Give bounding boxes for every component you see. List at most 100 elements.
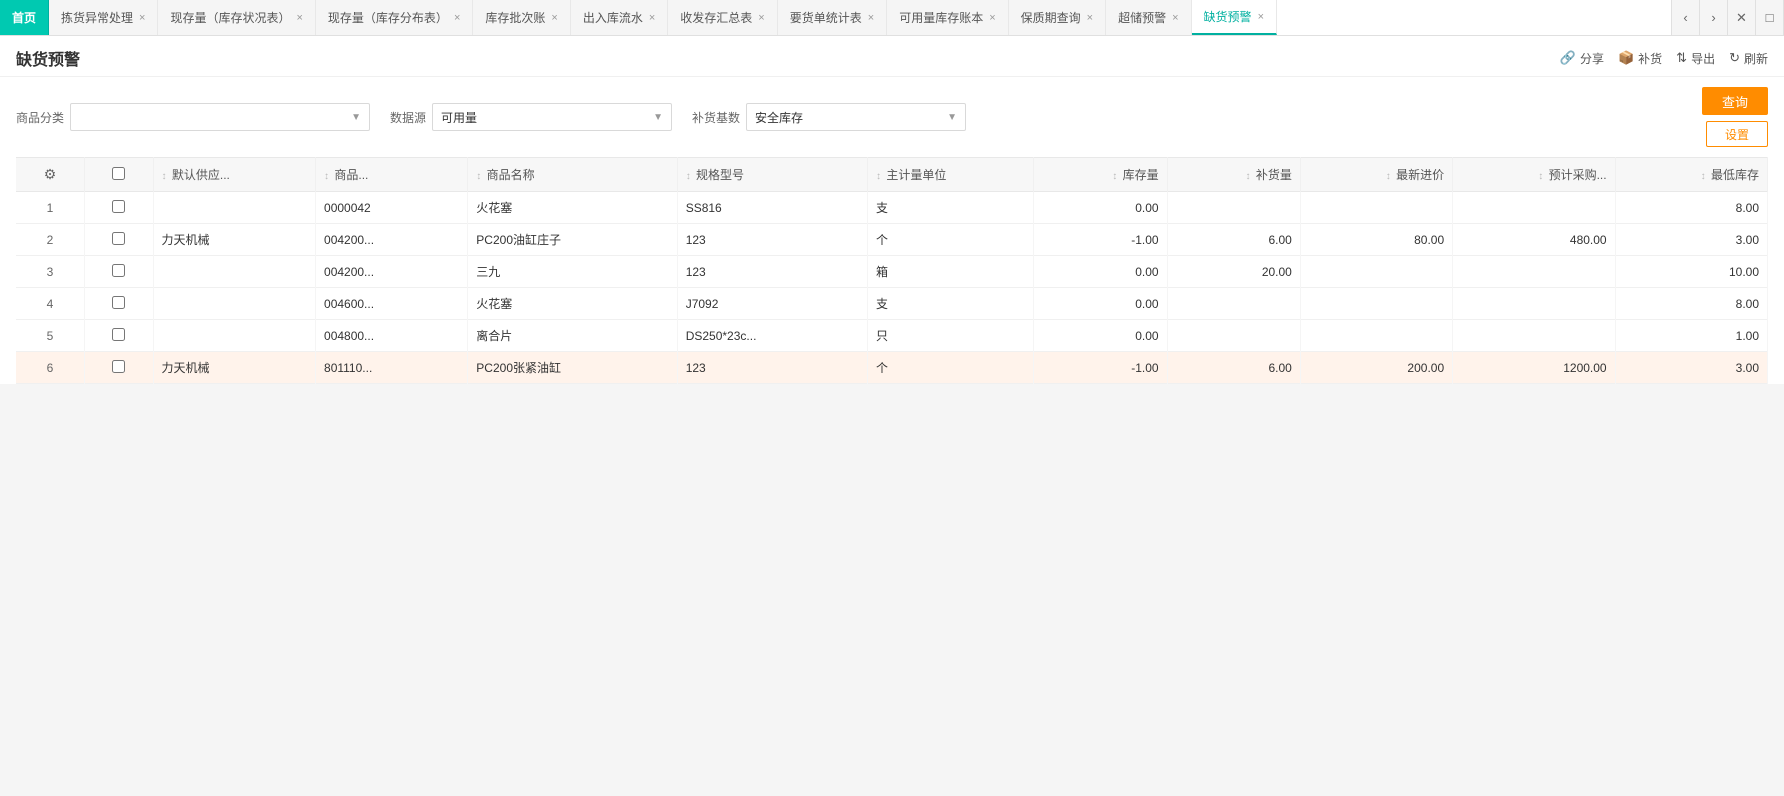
tab-close-icon[interactable]: × [868, 12, 874, 24]
select-all-checkbox[interactable] [112, 167, 125, 180]
th-settings[interactable]: ⚙ [16, 158, 85, 192]
table-row: 6力天机械801110...PC200张紧油缸123个-1.006.00200.… [16, 352, 1768, 384]
settings-gear-icon[interactable]: ⚙ [44, 166, 57, 182]
tab-scroll-left-btn[interactable]: ‹ [1672, 0, 1700, 35]
tab-close-icon[interactable]: × [1258, 11, 1264, 23]
row-code: 801110... [324, 361, 372, 375]
datasource-chevron-icon: ▼ [653, 112, 663, 123]
row-checkbox[interactable] [112, 360, 125, 373]
export-icon: ⇅ [1676, 50, 1687, 66]
replenish-label: 补货 [1638, 50, 1662, 67]
tab-t4[interactable]: 库存批次账 × [473, 0, 570, 35]
tab-close-icon[interactable]: × [989, 12, 995, 24]
table-row: 4004600...火花塞J7092支0.008.00 [16, 288, 1768, 320]
tab-close-icon[interactable]: × [649, 12, 655, 24]
tab-t3[interactable]: 现存量（库存分布表） × [316, 0, 473, 35]
tab-close-icon[interactable]: × [296, 12, 302, 24]
tab-t8[interactable]: 可用量库存账本× [887, 0, 1008, 35]
row-index: 1 [47, 201, 54, 215]
row-spec: 123 [686, 233, 706, 247]
tab-label: 现存量（库存分布表） [328, 9, 448, 26]
est-purchase-sort-icon[interactable]: ↕ [1538, 171, 1543, 182]
th-min-stock: ↕ 最低库存 [1615, 158, 1767, 192]
tab-scroll-right-btn[interactable]: › [1700, 0, 1728, 35]
row-checkbox[interactable] [112, 232, 125, 245]
row-stock: 0.00 [1135, 201, 1158, 215]
refresh-button[interactable]: ↻ 刷新 [1729, 50, 1768, 67]
tab-restore-btn[interactable]: □ [1756, 0, 1784, 35]
category-filter: 商品分类 ▼ [16, 103, 370, 131]
row-index: 2 [47, 233, 54, 247]
tab-t1[interactable]: 拣货异常处理 × [49, 0, 158, 35]
table-row: 5004800...离合片DS250*23c...只0.001.00 [16, 320, 1768, 352]
tab-label: 收发存汇总表 [680, 9, 752, 26]
tab-close-icon[interactable]: × [1087, 12, 1093, 24]
tab-label: 现存量（库存状况表） [170, 9, 290, 26]
share-label: 分享 [1580, 50, 1604, 67]
refresh-label: 刷新 [1744, 50, 1768, 67]
row-min-stock: 3.00 [1736, 361, 1759, 375]
tab-t6[interactable]: 收发存汇总表 × [668, 0, 777, 35]
tab-t5[interactable]: 出入库流水 × [571, 0, 668, 35]
row-checkbox[interactable] [112, 264, 125, 277]
table-header-row: ⚙ ↕ 默认供应... ↕ 商品... ↕ 商品名称 [16, 158, 1768, 192]
min-stock-sort-icon[interactable]: ↕ [1701, 171, 1706, 182]
tab-t9[interactable]: 保质期查询× [1009, 0, 1106, 35]
data-table: ⚙ ↕ 默认供应... ↕ 商品... ↕ 商品名称 [16, 157, 1768, 384]
tab-label: 超储预警 [1118, 9, 1166, 26]
tab-home[interactable]: 首页 [0, 0, 49, 35]
row-spec: 123 [686, 361, 706, 375]
row-unit: 箱 [876, 265, 888, 279]
tab-close-icon[interactable]: × [454, 12, 460, 24]
row-checkbox[interactable] [112, 328, 125, 341]
price-sort-icon[interactable]: ↕ [1386, 171, 1391, 182]
row-spec: J7092 [686, 297, 719, 311]
tab-t10[interactable]: 超储预警 × [1106, 0, 1191, 35]
datasource-filter: 数据源 可用量 ▼ [390, 103, 672, 131]
row-stock: -1.00 [1131, 361, 1158, 375]
row-checkbox[interactable] [112, 296, 125, 309]
replenish-icon: 📦 [1618, 50, 1634, 66]
row-stock: 0.00 [1135, 329, 1158, 343]
code-sort-icon[interactable]: ↕ [324, 171, 329, 182]
tab-close-icon[interactable]: × [139, 12, 145, 24]
filter-actions: 查询 设置 [1702, 87, 1768, 147]
th-stock: ↕ 库存量 [1034, 158, 1167, 192]
tab-bar: 首页 拣货异常处理×现存量（库存状况表）×现存量（库存分布表）×库存批次账×出入… [0, 0, 1784, 36]
row-replenish: 6.00 [1268, 233, 1291, 247]
table-row: 10000042火花塞SS816支0.008.00 [16, 192, 1768, 224]
export-button[interactable]: ⇅ 导出 [1676, 50, 1715, 67]
supplier-sort-icon[interactable]: ↕ [162, 171, 167, 182]
replenish-button[interactable]: 📦 补货 [1618, 50, 1662, 67]
export-label: 导出 [1691, 50, 1715, 67]
tab-t2[interactable]: 现存量（库存状况表） × [158, 0, 315, 35]
tab-close-icon[interactable]: × [1172, 12, 1178, 24]
share-button[interactable]: 🔗 分享 [1560, 50, 1604, 67]
unit-sort-icon[interactable]: ↕ [876, 171, 881, 182]
spec-sort-icon[interactable]: ↕ [686, 171, 691, 182]
tab-label: 出入库流水 [583, 9, 643, 26]
category-label: 商品分类 [16, 109, 64, 126]
tab-label: 库存批次账 [485, 9, 545, 26]
tab-label: 拣货异常处理 [61, 9, 133, 26]
settings-button[interactable]: 设置 [1706, 121, 1768, 147]
category-select[interactable]: ▼ [70, 103, 370, 131]
tab-close-icon[interactable]: × [551, 12, 557, 24]
datasource-select[interactable]: 可用量 ▼ [432, 103, 672, 131]
replenish-base-select[interactable]: 安全库存 ▼ [746, 103, 966, 131]
tab-t11[interactable]: 缺货预警× [1192, 0, 1277, 35]
th-checkbox[interactable] [85, 158, 154, 192]
row-unit: 个 [876, 233, 888, 247]
table-body: 10000042火花塞SS816支0.008.002力天机械004200...P… [16, 192, 1768, 384]
tab-close-btn[interactable]: ✕ [1728, 0, 1756, 35]
query-button[interactable]: 查询 [1702, 87, 1768, 115]
tab-close-icon[interactable]: × [758, 12, 764, 24]
table-container: ⚙ ↕ 默认供应... ↕ 商品... ↕ 商品名称 [0, 157, 1784, 384]
stock-sort-icon[interactable]: ↕ [1112, 171, 1117, 182]
name-sort-icon[interactable]: ↕ [476, 171, 481, 182]
tab-home-label: 首页 [12, 9, 36, 26]
datasource-label: 数据源 [390, 109, 426, 126]
replenish-sort-icon[interactable]: ↕ [1245, 171, 1250, 182]
row-checkbox[interactable] [112, 200, 125, 213]
tab-t7[interactable]: 要货单统计表× [778, 0, 887, 35]
